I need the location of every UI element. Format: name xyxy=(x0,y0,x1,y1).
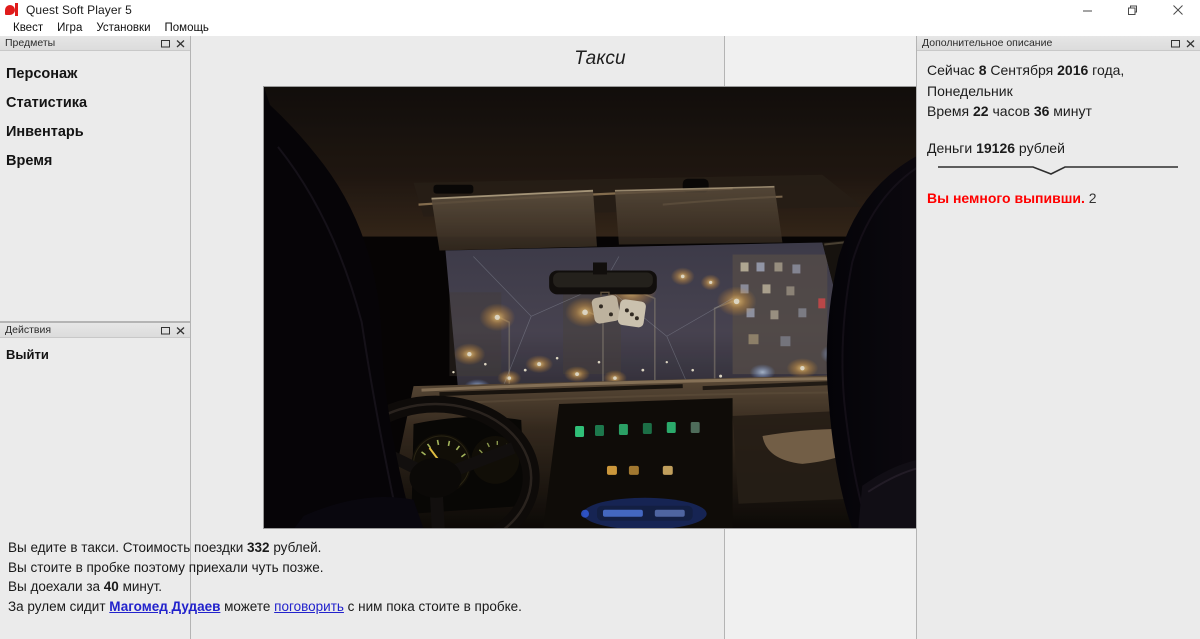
window-title: Quest Soft Player 5 xyxy=(26,3,132,17)
panel-extra-header: Дополнительное описание xyxy=(917,36,1200,51)
window-controls xyxy=(1065,0,1200,20)
link-driver-name[interactable]: Магомед Дудаев xyxy=(109,599,220,614)
scene-description-text: Вы едите в такси. Стоимость поездки 332 … xyxy=(8,538,1200,616)
application-window: Quest Soft Player 5 Квест Игра Установки… xyxy=(0,0,1200,639)
workspace: Предметы Персонаж Статистика Инвентарь В… xyxy=(0,36,1200,639)
extra-weekday-line: Понедельник xyxy=(927,82,1013,99)
close-icon[interactable] xyxy=(1155,0,1200,20)
description-line-4: За рулем сидит Магомед Дудаев можете пог… xyxy=(8,598,522,614)
panel-extra-body: Сейчас 8 Сентября 2016 года, Понедельник… xyxy=(917,52,1200,639)
horizontal-divider xyxy=(933,162,1184,178)
panel-main-description: Такси Вы едите в такси. Стоимость поездк… xyxy=(0,36,1200,639)
extra-time-line: Время 22 часов 36 минут xyxy=(927,103,1092,119)
panel-extra-float-icon[interactable] xyxy=(1170,38,1180,48)
menu-item-settings[interactable]: Установки xyxy=(89,22,157,34)
menu-bar: Квест Игра Установки Помощь xyxy=(0,20,1200,36)
link-talk[interactable]: поговорить xyxy=(274,599,344,614)
page-title: Такси xyxy=(574,48,626,69)
description-line-2: Вы стоите в пробке поэтому приехали чуть… xyxy=(8,559,324,575)
restore-icon[interactable] xyxy=(1110,0,1155,20)
extra-money-line: Деньги 19126 рублей xyxy=(927,139,1065,156)
description-line-1: Вы едите в такси. Стоимость поездки 332 … xyxy=(8,540,322,555)
extra-date-line: Сейчас 8 Сентября 2016 года, xyxy=(927,62,1125,78)
description-line-3: Вы доехали за 40 минут. xyxy=(8,579,163,594)
panel-extra-close-icon[interactable] xyxy=(1185,38,1195,48)
night-taxi-interior-photo xyxy=(264,87,936,528)
panel-extra-description: Дополнительное описание Сейчас 8 Сентябр… xyxy=(916,36,1200,639)
status-badge: Вы немного выпивши. 2 xyxy=(927,190,1097,206)
menu-item-quest[interactable]: Квест xyxy=(6,22,50,34)
minimize-icon[interactable] xyxy=(1065,0,1110,20)
panel-extra-title: Дополнительное описание xyxy=(922,37,1053,49)
title-bar: Quest Soft Player 5 xyxy=(0,0,1200,20)
menu-item-game[interactable]: Игра xyxy=(50,22,89,34)
menu-item-help[interactable]: Помощь xyxy=(158,22,216,34)
qsp-logo-icon xyxy=(4,2,20,18)
scene-image xyxy=(263,86,937,529)
